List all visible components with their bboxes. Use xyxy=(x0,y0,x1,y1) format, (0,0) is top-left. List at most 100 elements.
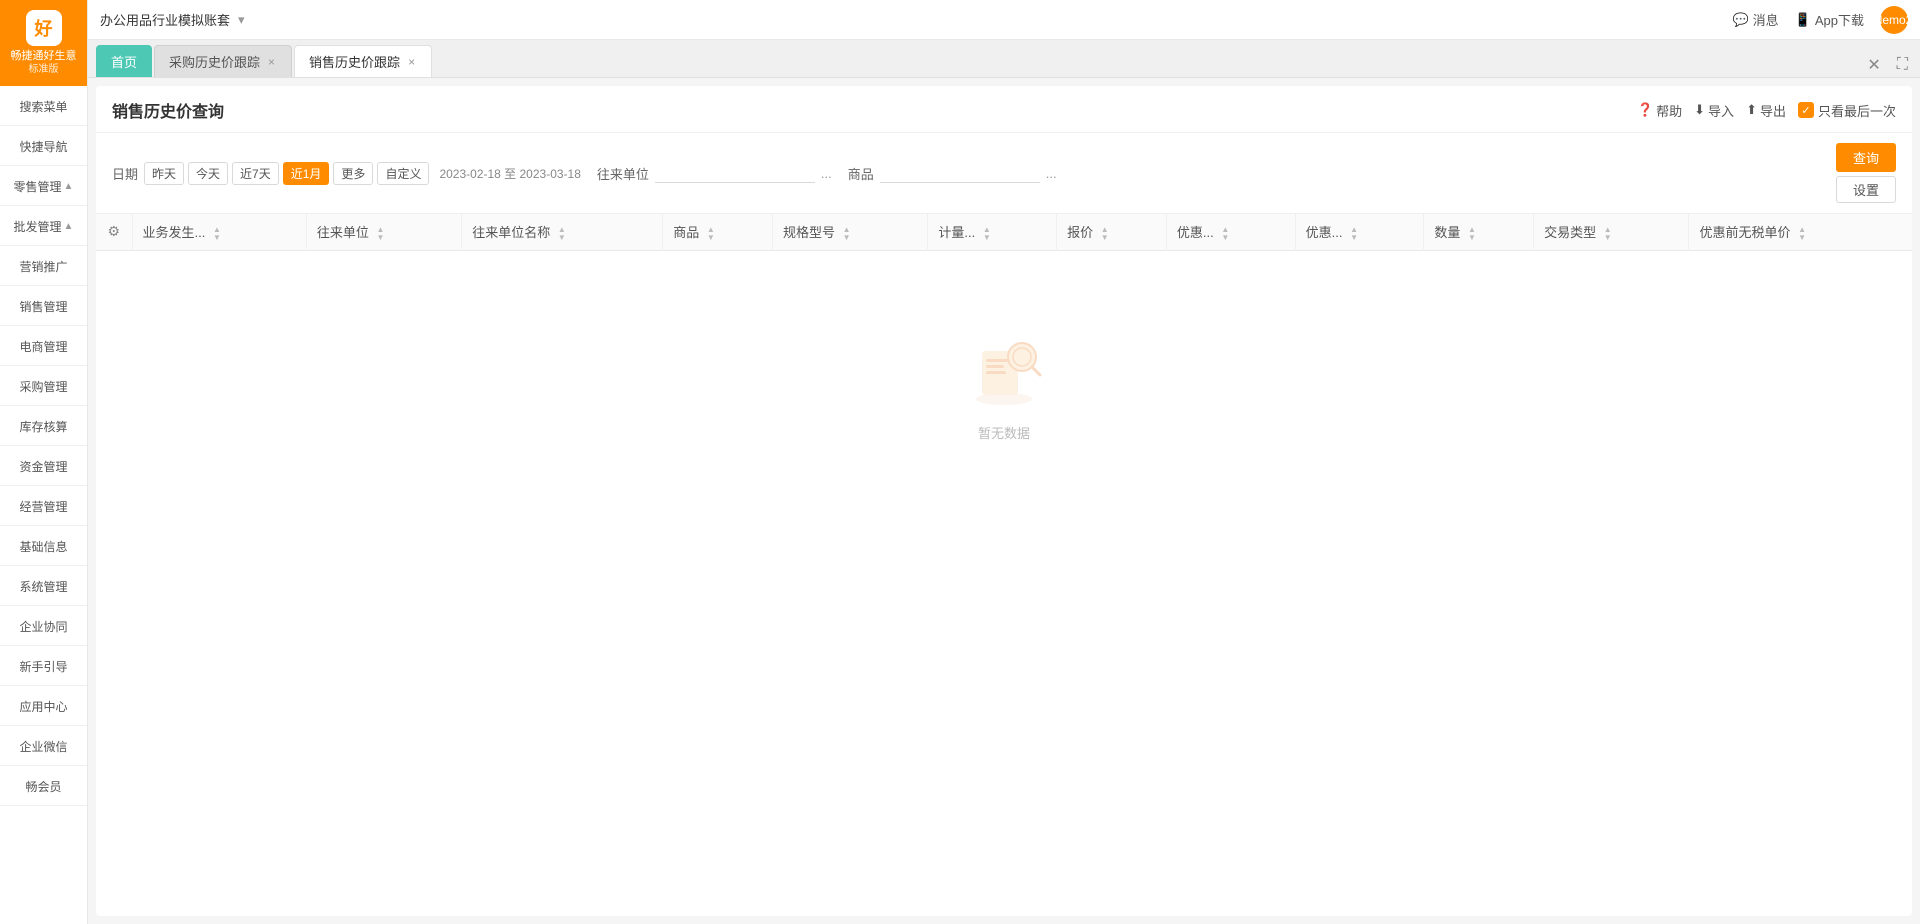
th-label-goods: 商品 xyxy=(673,225,699,240)
settings-button[interactable]: 设置 xyxy=(1836,176,1896,203)
export-btn[interactable]: ⬆ 导出 xyxy=(1746,101,1786,120)
sort-arrows-goods[interactable]: ▲ ▼ xyxy=(707,226,715,242)
sort-desc-icon: ▼ xyxy=(213,234,221,242)
sidebar-item-newbie[interactable]: 新手引导 xyxy=(0,646,87,686)
sort-desc-icon: ▼ xyxy=(1604,234,1612,242)
sidebar-item-wholesale[interactable]: 批发管理 ▲ xyxy=(0,206,87,246)
sort-arrows-unit[interactable]: ▲ ▼ xyxy=(983,226,991,242)
topbar-title: 办公用品行业模拟账套 xyxy=(100,10,230,29)
sidebar-item-marketing[interactable]: 营销推广 xyxy=(0,246,87,286)
sort-arrows-discount2[interactable]: ▲ ▼ xyxy=(1350,226,1358,242)
sidebar-item-membership[interactable]: 畅会员 xyxy=(0,766,87,806)
date-range-display: 2023-02-18 至 2023-03-18 xyxy=(439,165,580,182)
sidebar-item-label: 企业协同 xyxy=(4,618,83,635)
sidebar-item-label: 畅会员 xyxy=(4,778,83,795)
empty-state: 暂无数据 xyxy=(96,251,1912,522)
partner-filter-group: 往来单位 ... xyxy=(597,163,832,183)
sort-arrows-partner_code[interactable]: ▲ ▼ xyxy=(377,226,385,242)
message-btn[interactable]: 💬 消息 xyxy=(1732,10,1778,29)
sort-arrows-no_tax_price[interactable]: ▲ ▼ xyxy=(1798,226,1806,242)
goods-filter-dots: ... xyxy=(1046,166,1057,181)
tab-fullscreen-btn[interactable]: ⛶ xyxy=(1893,54,1912,76)
sort-arrows-discount1[interactable]: ▲ ▼ xyxy=(1221,226,1229,242)
sidebar-item-system[interactable]: 系统管理 xyxy=(0,566,87,606)
sidebar-item-label: 批发管理 ▲ xyxy=(4,218,83,235)
tab-purchase-history[interactable]: 采购历史价跟踪 × xyxy=(154,45,292,77)
sort-arrows-trade_type[interactable]: ▲ ▼ xyxy=(1604,226,1612,242)
date-btn-近1月[interactable]: 近1月 xyxy=(283,162,330,185)
sidebar-item-label: 应用中心 xyxy=(4,698,83,715)
export-label: 导出 xyxy=(1760,101,1786,120)
logo-icon: 好 xyxy=(26,10,62,46)
table-settings-icon[interactable]: ⚙ xyxy=(107,223,120,239)
app-download-btn[interactable]: 📱 App下载 xyxy=(1795,10,1864,29)
tab-home-label: 首页 xyxy=(111,52,137,71)
sidebar-item-wechat[interactable]: 企业微信 xyxy=(0,726,87,766)
tab-close-all-btn[interactable]: ✕ xyxy=(1863,53,1884,77)
sidebar-item-basic_info[interactable]: 基础信息 xyxy=(0,526,87,566)
date-btn-今天[interactable]: 今天 xyxy=(188,162,228,185)
th-quantity: 数量 ▲ ▼ xyxy=(1424,214,1534,250)
partner-filter-input[interactable] xyxy=(655,163,815,183)
tab-home[interactable]: 首页 xyxy=(96,45,152,77)
app-download-icon: 📱 xyxy=(1795,12,1811,28)
sidebar-item-sales[interactable]: 销售管理 xyxy=(0,286,87,326)
th-label-quantity: 数量 xyxy=(1434,225,1460,240)
empty-text: 暂无数据 xyxy=(978,423,1030,442)
sidebar-item-label: 经营管理 xyxy=(4,498,83,515)
query-button[interactable]: 查询 xyxy=(1836,143,1896,172)
topbar-right: 💬 消息 📱 App下载 demo2 xyxy=(1732,6,1908,34)
page-header: 销售历史价查询 ❓ 帮助 ⬇ 导入 ⬆ 导出 ✓ xyxy=(96,86,1912,133)
sort-arrows-quantity[interactable]: ▲ ▼ xyxy=(1468,226,1476,242)
th-label-spec: 规格型号 xyxy=(783,225,835,240)
sort-arrows-biz_date[interactable]: ▲ ▼ xyxy=(213,226,221,242)
date-btn-自定义[interactable]: 自定义 xyxy=(377,162,429,185)
logo-text: 畅捷通好生意 标准版 xyxy=(11,49,77,76)
sidebar-item-finance[interactable]: 资金管理 xyxy=(0,446,87,486)
tab-sales-history[interactable]: 销售历史价跟踪 × xyxy=(294,45,432,77)
partner-filter-label: 往来单位 xyxy=(597,164,649,183)
import-btn[interactable]: ⬇ 导入 xyxy=(1694,101,1734,120)
sidebar-item-app_center[interactable]: 应用中心 xyxy=(0,686,87,726)
sort-desc-icon: ▼ xyxy=(983,234,991,242)
sidebar-item-purchase[interactable]: 采购管理 xyxy=(0,366,87,406)
tab-purchase-history-label: 采购历史价跟踪 xyxy=(169,52,260,71)
date-btn-昨天[interactable]: 昨天 xyxy=(144,162,184,185)
date-btn-近7天[interactable]: 近7天 xyxy=(232,162,279,185)
partner-filter-dots: ... xyxy=(821,166,832,181)
sidebar-logo[interactable]: 好 畅捷通好生意 标准版 xyxy=(0,0,87,86)
tab-sales-history-close[interactable]: × xyxy=(406,55,417,69)
sidebar-item-label: 零售管理 ▲ xyxy=(4,178,83,195)
only-last-checkbox[interactable]: ✓ 只看最后一次 xyxy=(1798,101,1896,120)
sort-arrows-quote[interactable]: ▲ ▼ xyxy=(1101,226,1109,242)
sidebar-item-ecommerce[interactable]: 电商管理 xyxy=(0,326,87,366)
date-btn-更多[interactable]: 更多 xyxy=(333,162,373,185)
table-header-row: ⚙业务发生... ▲ ▼ 往来单位 ▲ ▼ 往来单位名称 ▲ ▼ 商品 ▲ ▼ … xyxy=(96,214,1912,250)
sidebar-item-label: 搜索菜单 xyxy=(4,98,83,115)
sidebar-item-operations[interactable]: 经营管理 xyxy=(0,486,87,526)
user-avatar[interactable]: demo2 xyxy=(1880,6,1908,34)
sidebar-item-search[interactable]: 搜索菜单 xyxy=(0,86,87,126)
sidebar-item-inventory[interactable]: 库存核算 xyxy=(0,406,87,446)
sort-desc-icon: ▼ xyxy=(1350,234,1358,242)
sort-desc-icon: ▼ xyxy=(1221,234,1229,242)
th-settings[interactable]: ⚙ xyxy=(96,214,132,250)
sort-desc-icon: ▼ xyxy=(1101,234,1109,242)
th-label-partner_code: 往来单位 xyxy=(317,225,369,240)
th-label-partner_name: 往来单位名称 xyxy=(472,225,550,240)
sidebar-item-label: 企业微信 xyxy=(4,738,83,755)
sidebar-item-quick_nav[interactable]: 快捷导航 xyxy=(0,126,87,166)
help-btn[interactable]: ❓ 帮助 xyxy=(1637,101,1682,120)
sidebar-item-enterprise[interactable]: 企业协同 xyxy=(0,606,87,646)
sidebar-item-label: 采购管理 xyxy=(4,378,83,395)
message-label: 消息 xyxy=(1753,10,1779,29)
sort-arrows-spec[interactable]: ▲ ▼ xyxy=(843,226,851,242)
th-label-no_tax_price: 优惠前无税单价 xyxy=(1699,225,1790,240)
goods-filter-input[interactable] xyxy=(880,163,1040,183)
page-title: 销售历史价查询 xyxy=(112,98,224,122)
sidebar-item-label: 销售管理 xyxy=(4,298,83,315)
tab-purchase-history-close[interactable]: × xyxy=(266,55,277,69)
topbar-dropdown-icon[interactable]: ▾ xyxy=(238,12,245,28)
sidebar-item-retail[interactable]: 零售管理 ▲ xyxy=(0,166,87,206)
sort-arrows-partner_name[interactable]: ▲ ▼ xyxy=(558,226,566,242)
